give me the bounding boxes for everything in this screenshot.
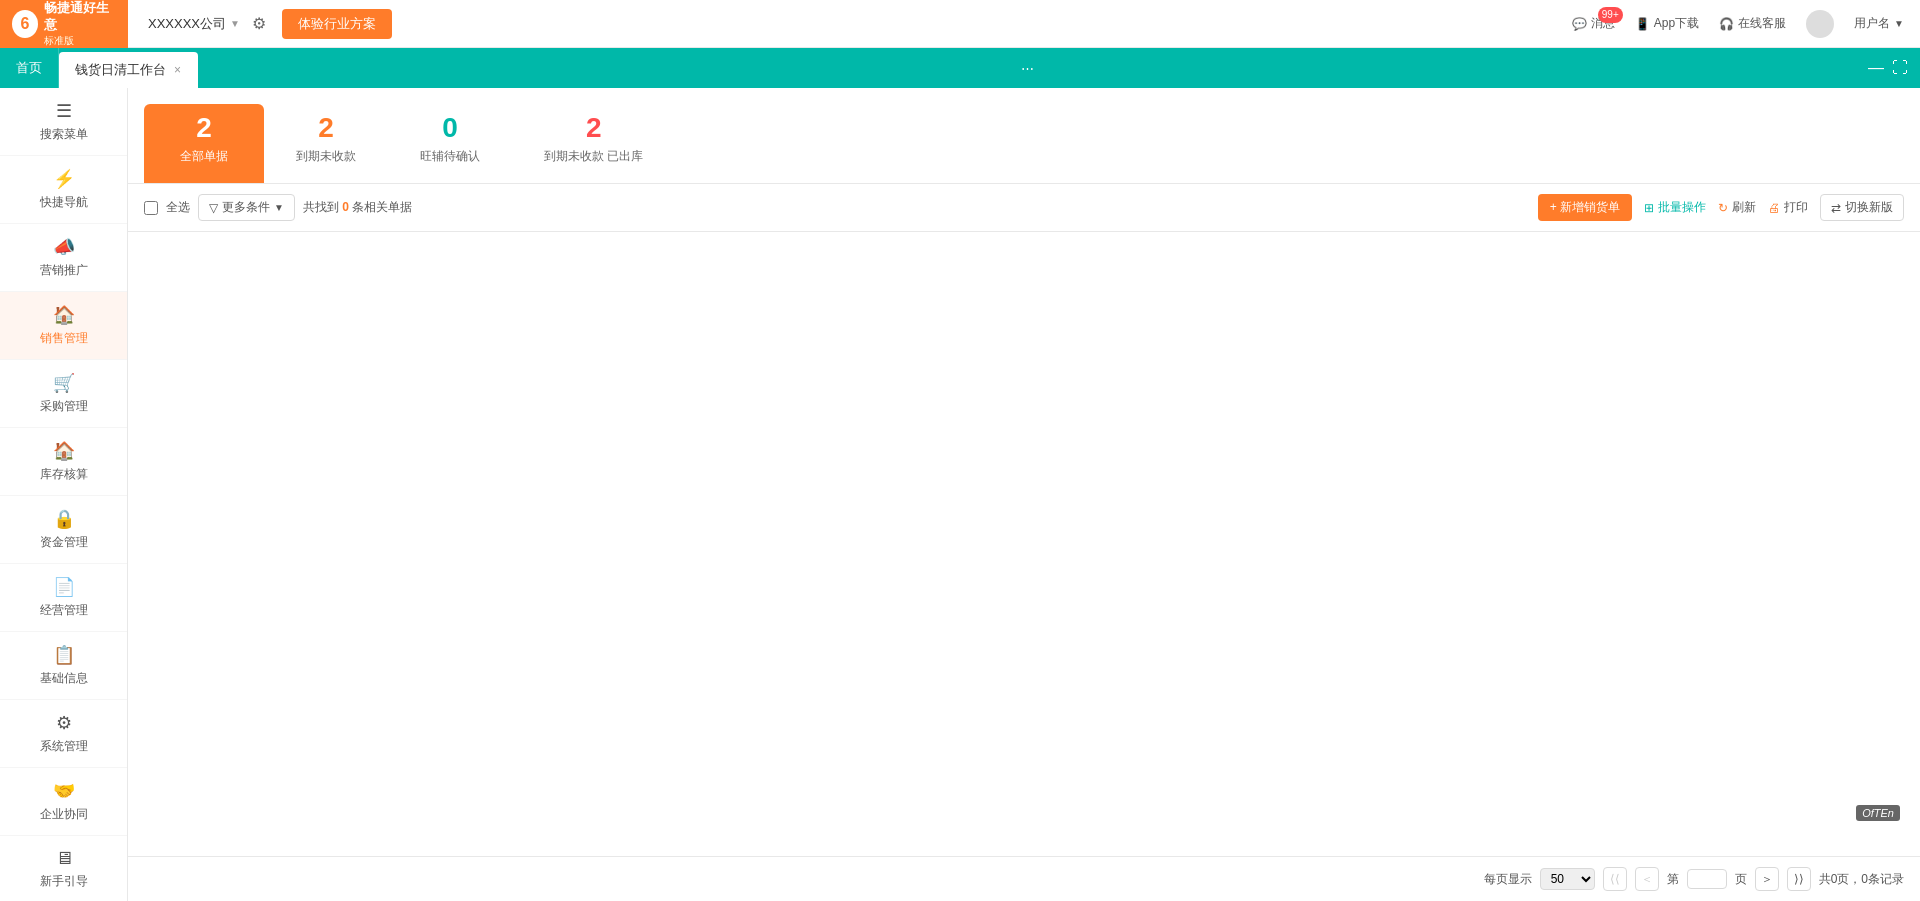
refresh-icon: ↻	[1718, 201, 1728, 215]
tab-daily-work[interactable]: 钱货日清工作台 ×	[59, 52, 198, 88]
basic-icon: 📋	[53, 644, 75, 666]
quick-nav-icon: ⚡	[53, 168, 75, 190]
refresh-button[interactable]: ↻ 刷新	[1718, 199, 1756, 216]
first-page-button[interactable]: ⟨⟨	[1603, 867, 1627, 891]
message-badge: 99+	[1598, 7, 1623, 23]
card-pending[interactable]: 0 旺辅待确认	[388, 104, 512, 183]
print-button[interactable]: 🖨 打印	[1768, 199, 1808, 216]
logo-area: 6 畅捷通好生意 标准版	[0, 0, 128, 48]
content-area: 2 全部单据 2 到期未收款 0 旺辅待确认 2 到期未收款 已出库 全选	[128, 88, 1920, 901]
sidebar-item-sales[interactable]: 🏠 销售管理	[0, 292, 127, 360]
page-input[interactable]: 1	[1687, 869, 1727, 889]
often-badge: OfTEn	[1856, 805, 1900, 821]
sidebar-item-finance[interactable]: 🔒 资金管理	[0, 496, 127, 564]
found-text: 共找到 0 条相关单据	[303, 199, 412, 216]
message-icon: 💬	[1572, 17, 1587, 31]
guide-icon: 🖥	[55, 848, 73, 869]
last-page-button[interactable]: ⟩⟩	[1787, 867, 1811, 891]
service-icon: 🎧	[1719, 17, 1734, 31]
next-page-button[interactable]: ＞	[1755, 867, 1779, 891]
maximize-icon[interactable]: ⛶	[1892, 59, 1908, 77]
finance-icon: 🔒	[53, 508, 75, 530]
card-overdue[interactable]: 2 到期未收款	[264, 104, 388, 183]
app-icon: 📱	[1635, 17, 1650, 31]
card-overdue-shipped[interactable]: 2 到期未收款 已出库	[512, 104, 675, 183]
user-name[interactable]: 用户名 ▼	[1854, 15, 1904, 32]
company-selector[interactable]: XXXXXX公司 ▼	[148, 15, 240, 33]
filter-chevron-icon: ▼	[274, 202, 284, 213]
experience-button[interactable]: 体验行业方案	[282, 9, 392, 39]
online-service-item[interactable]: 🎧 在线客服	[1719, 15, 1786, 32]
new-sales-order-button[interactable]: + 新增销货单	[1538, 194, 1632, 221]
search-menu-icon: ☰	[56, 100, 72, 122]
sidebar-item-inventory[interactable]: 🏠 库存核算	[0, 428, 127, 496]
sidebar-item-search[interactable]: ☰ 搜索菜单	[0, 88, 127, 156]
sidebar-item-enterprise[interactable]: 🤝 企业协同	[0, 768, 127, 836]
toolbar: 全选 ▽ 更多条件 ▼ 共找到 0 条相关单据 + 新增销货单 ⊞ 批量操作	[128, 184, 1920, 232]
tab-home[interactable]: 首页	[0, 48, 59, 88]
logo-icon: 6	[12, 10, 38, 38]
print-icon: 🖨	[1768, 201, 1780, 215]
sidebar-item-marketing[interactable]: 📣 营销推广	[0, 224, 127, 292]
top-header: 6 畅捷通好生意 标准版 XXXXXX公司 ▼ ⚙ 体验行业方案 💬 消息 99…	[0, 0, 1920, 48]
nav-tabs-bar: 首页 钱货日清工作台 × ⋯ — ⛶	[0, 48, 1920, 88]
sidebar-item-operation[interactable]: 📄 经营管理	[0, 564, 127, 632]
tab-close-icon[interactable]: ×	[174, 63, 181, 77]
filter-button[interactable]: ▽ 更多条件 ▼	[198, 194, 295, 221]
marketing-icon: 📣	[53, 236, 75, 258]
sidebar-item-basic[interactable]: 📋 基础信息	[0, 632, 127, 700]
sidebar: ☰ 搜索菜单 ⚡ 快捷导航 📣 营销推广 🏠 销售管理 🛒 采购管理 🏠 库存核…	[0, 88, 128, 901]
filter-icon: ▽	[209, 201, 218, 215]
minimize-icon[interactable]: —	[1868, 59, 1884, 77]
total-info: 共0页，0条记录	[1819, 871, 1904, 888]
chevron-down-icon: ▼	[1894, 18, 1904, 29]
inventory-icon: 🏠	[53, 440, 75, 462]
sidebar-item-purchase[interactable]: 🛒 采购管理	[0, 360, 127, 428]
select-all-checkbox[interactable]	[144, 201, 158, 215]
page-size-select[interactable]: 50 100 200	[1540, 868, 1595, 890]
tab-expand-icon[interactable]: ⋯	[1009, 48, 1046, 88]
enterprise-icon: 🤝	[53, 780, 75, 802]
switch-version-button[interactable]: ⇄ 切换新版	[1820, 194, 1904, 221]
app-download-item[interactable]: 📱 App下载	[1635, 15, 1699, 32]
chevron-down-icon: ▼	[230, 18, 240, 29]
table-area	[128, 232, 1920, 856]
message-icon-item[interactable]: 💬 消息 99+	[1572, 15, 1615, 32]
batch-operation-button[interactable]: ⊞ 批量操作	[1644, 199, 1706, 216]
toolbar-left: 全选 ▽ 更多条件 ▼ 共找到 0 条相关单据	[144, 194, 1530, 221]
operation-icon: 📄	[53, 576, 75, 598]
switch-icon: ⇄	[1831, 201, 1841, 215]
sales-icon: 🏠	[53, 304, 75, 326]
header-right: 💬 消息 99+ 📱 App下载 🎧 在线客服 用户名 ▼	[1572, 10, 1904, 38]
purchase-icon: 🛒	[53, 372, 75, 394]
logo-text: 畅捷通好生意 标准版	[44, 0, 116, 47]
sidebar-item-system[interactable]: ⚙ 系统管理	[0, 700, 127, 768]
settings-icon[interactable]: ⚙	[252, 14, 266, 33]
avatar[interactable]	[1806, 10, 1834, 38]
system-icon: ⚙	[56, 712, 72, 734]
main-layout: ☰ 搜索菜单 ⚡ 快捷导航 📣 营销推广 🏠 销售管理 🛒 采购管理 🏠 库存核…	[0, 88, 1920, 901]
sidebar-item-quick[interactable]: ⚡ 快捷导航	[0, 156, 127, 224]
sidebar-item-guide[interactable]: 🖥 新手引导	[0, 836, 127, 901]
toolbar-right: + 新增销货单 ⊞ 批量操作 ↻ 刷新 🖨 打印 ⇄ 切换新版	[1538, 194, 1904, 221]
found-count: 0	[342, 200, 349, 214]
card-all[interactable]: 2 全部单据	[144, 104, 264, 183]
batch-icon: ⊞	[1644, 201, 1654, 215]
pagination-bar: 每页显示 50 100 200 ⟨⟨ ＜ 第 1 页 ＞ ⟩⟩ 共0页，0条记录	[128, 856, 1920, 901]
summary-cards: 2 全部单据 2 到期未收款 0 旺辅待确认 2 到期未收款 已出库	[128, 88, 1920, 184]
prev-page-button[interactable]: ＜	[1635, 867, 1659, 891]
